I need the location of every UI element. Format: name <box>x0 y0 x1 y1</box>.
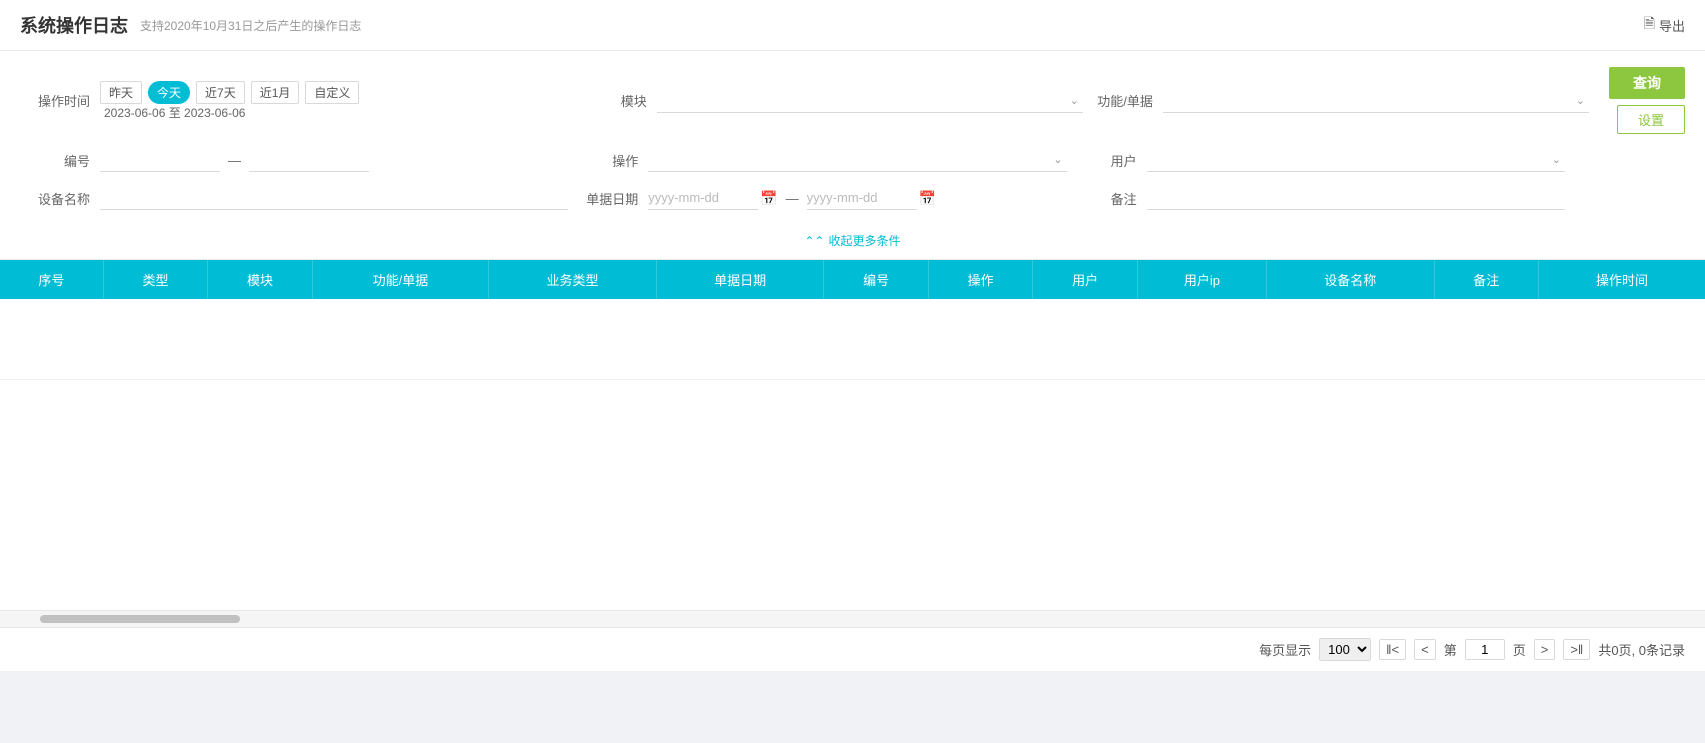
time-btn-group: 昨天 今天 近7天 近1月 自定义 <box>100 81 359 104</box>
date-range-text: 2023-06-06 至 2023-06-06 <box>104 104 359 121</box>
time-label: 操作时间 <box>20 91 100 110</box>
doc-date-dash: — <box>778 191 807 206</box>
yesterday-btn[interactable]: 昨天 <box>100 81 142 104</box>
today-btn[interactable]: 今天 <box>148 81 190 104</box>
table-section: 序号类型模块功能/单据业务类型单据日期编号操作用户用户ip设备名称备注操作时间 <box>0 260 1705 627</box>
col-header-用户: 用户 <box>1033 260 1137 299</box>
page-num-input[interactable] <box>1465 639 1505 660</box>
page-title: 系统操作日志 <box>20 12 128 38</box>
settings-button[interactable]: 设置 <box>1617 105 1685 134</box>
user-select-wrapper[interactable]: ⌄ <box>1147 148 1565 172</box>
custom-btn[interactable]: 自定义 <box>305 81 359 104</box>
collapse-chevron-icon: ⌃⌃ <box>804 234 824 248</box>
time-filter-col: 操作时间 昨天 今天 近7天 近1月 自定义 2023-06-06 至 2023… <box>20 81 577 121</box>
function-select-wrapper[interactable]: ⌄ <box>1163 89 1589 113</box>
scroll-area[interactable]: 序号类型模块功能/单据业务类型单据日期编号操作用户用户ip设备名称备注操作时间 <box>0 260 1705 610</box>
action-buttons: 查询 设置 <box>1589 67 1685 134</box>
total-info: 共0页, 0条记录 <box>1598 640 1685 659</box>
operation-select-wrapper[interactable]: ⌄ <box>648 148 1066 172</box>
time-filter-block: 昨天 今天 近7天 近1月 自定义 2023-06-06 至 2023-06-0… <box>100 81 359 121</box>
col-header-序号: 序号 <box>0 260 103 299</box>
page-header: 系统操作日志 支持2020年10月31日之后产生的操作日志 🗎 导出 <box>0 0 1705 51</box>
code-dash: — <box>220 153 249 168</box>
remark-input[interactable] <box>1147 186 1565 210</box>
scrollbar-track[interactable] <box>0 610 1705 627</box>
remark-label: 备注 <box>1067 189 1147 208</box>
empty-row <box>0 299 1705 380</box>
page-unit: 页 <box>1513 640 1526 659</box>
scrollbar-thumb[interactable] <box>40 615 240 623</box>
last7-btn[interactable]: 近7天 <box>196 81 245 104</box>
collapse-content: ⌃⌃ 收起更多条件 <box>804 232 900 249</box>
query-button[interactable]: 查询 <box>1609 67 1685 99</box>
page-size-select[interactable]: 100 50 200 <box>1319 638 1371 661</box>
doc-date-from[interactable] <box>648 186 758 210</box>
doc-date-from-wrap: 📅 <box>648 186 777 210</box>
table-body <box>0 299 1705 380</box>
col-header-类型: 类型 <box>103 260 207 299</box>
page-subtitle: 支持2020年10月31日之后产生的操作日志 <box>140 17 361 34</box>
pagination-bar: 每页显示 100 50 200 ‖< < 第 页 > >‖ 共0页, 0条记录 <box>0 627 1705 671</box>
col-header-模块: 模块 <box>208 260 312 299</box>
filter-row-2: 编号 — 操作 ⌄ 用户 ⌄ <box>20 148 1685 172</box>
doc-date-label: 单据日期 <box>568 189 648 208</box>
module-select-wrapper[interactable]: ⌄ <box>657 89 1083 113</box>
filter-area: 操作时间 昨天 今天 近7天 近1月 自定义 2023-06-06 至 2023… <box>0 51 1705 260</box>
function-col: 功能/单据 ⌄ <box>1083 89 1589 113</box>
col-header-操作: 操作 <box>928 260 1032 299</box>
module-label: 模块 <box>577 91 657 110</box>
collapse-label: 收起更多条件 <box>829 232 901 249</box>
user-label: 用户 <box>1067 151 1147 170</box>
module-col: 模块 ⌄ <box>577 89 1083 113</box>
user-col: 用户 ⌄ <box>1067 148 1565 172</box>
user-input[interactable] <box>1147 148 1565 171</box>
function-input[interactable] <box>1163 89 1589 112</box>
module-input[interactable] <box>657 89 1083 112</box>
next-page-btn[interactable]: > <box>1534 639 1556 660</box>
col-header-设备名称: 设备名称 <box>1266 260 1434 299</box>
page-label: 第 <box>1444 640 1457 659</box>
device-col: 设备名称 <box>20 186 568 210</box>
collapse-bar[interactable]: ⌃⌃ 收起更多条件 <box>20 224 1685 259</box>
operation-input[interactable] <box>648 148 1066 171</box>
code-label: 编号 <box>20 151 100 170</box>
col-header-功能/单据: 功能/单据 <box>312 260 488 299</box>
col-header-备注: 备注 <box>1434 260 1538 299</box>
doc-date-col: 单据日期 📅 — 📅 <box>568 186 1066 210</box>
table-header: 序号类型模块功能/单据业务类型单据日期编号操作用户用户ip设备名称备注操作时间 <box>0 260 1705 299</box>
prev-page-btn[interactable]: < <box>1414 639 1436 660</box>
calendar-to-icon[interactable]: 📅 <box>919 190 936 207</box>
first-page-btn[interactable]: ‖< <box>1379 639 1406 660</box>
remark-col: 备注 <box>1067 186 1565 210</box>
col-header-业务类型: 业务类型 <box>489 260 657 299</box>
filter-row-1: 操作时间 昨天 今天 近7天 近1月 自定义 2023-06-06 至 2023… <box>20 67 1685 134</box>
code-input-from[interactable] <box>100 148 220 172</box>
device-label: 设备名称 <box>20 189 100 208</box>
page-size-label: 每页显示 <box>1259 640 1311 659</box>
data-table: 序号类型模块功能/单据业务类型单据日期编号操作用户用户ip设备名称备注操作时间 <box>0 260 1705 380</box>
col-header-单据日期: 单据日期 <box>656 260 824 299</box>
last1month-btn[interactable]: 近1月 <box>251 81 300 104</box>
last-page-btn[interactable]: >‖ <box>1563 639 1590 660</box>
function-label: 功能/单据 <box>1083 91 1163 110</box>
operation-col: 操作 ⌄ <box>568 148 1066 172</box>
doc-date-to[interactable] <box>807 186 917 210</box>
operation-label: 操作 <box>568 151 648 170</box>
filter-row-3: 设备名称 单据日期 📅 — 📅 备注 <box>20 186 1685 210</box>
export-label: 导出 <box>1659 16 1685 35</box>
doc-date-to-wrap: 📅 <box>807 186 936 210</box>
code-input-to[interactable] <box>249 148 369 172</box>
export-icon: 🗎 <box>1644 13 1655 37</box>
code-col: 编号 — <box>20 148 568 172</box>
col-header-操作时间: 操作时间 <box>1539 260 1705 299</box>
col-header-编号: 编号 <box>824 260 928 299</box>
col-header-用户ip: 用户ip <box>1137 260 1266 299</box>
header-row: 序号类型模块功能/单据业务类型单据日期编号操作用户用户ip设备名称备注操作时间 <box>0 260 1705 299</box>
device-input[interactable] <box>100 186 568 210</box>
calendar-from-icon[interactable]: 📅 <box>760 190 777 207</box>
export-button[interactable]: 🗎 导出 <box>1644 13 1685 37</box>
